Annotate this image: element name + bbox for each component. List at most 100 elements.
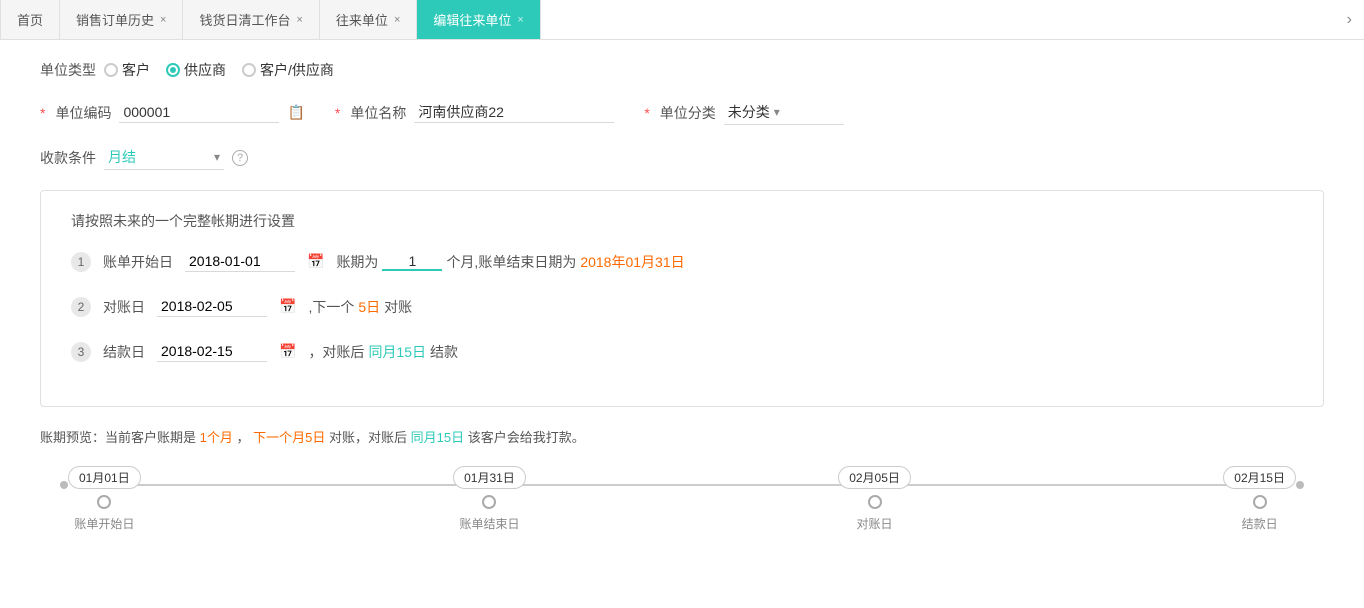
unit-code-label: 单位编码 (55, 103, 111, 123)
unit-category-select[interactable]: 未分类 ▾ (724, 100, 844, 125)
period-label-start: 账单开始日 (103, 252, 173, 272)
period-num-2: 2 (71, 297, 91, 317)
chevron-down-icon: ▾ (774, 105, 780, 119)
period-payment-date-input[interactable] (157, 341, 267, 362)
calendar-icon-2[interactable]: 📅 (279, 298, 296, 315)
period-row-1: 1 账单开始日 📅 账期为 个月,账单结束日期为 2018年01月31日 (71, 251, 1293, 272)
unit-type-label: 单位类型 (40, 60, 96, 80)
payment-value: 月结 (108, 147, 210, 167)
unit-code-input[interactable] (119, 102, 279, 123)
period-label-payment: 结款日 (103, 342, 145, 362)
month-input[interactable] (382, 253, 442, 271)
tab-daily-clear[interactable]: 钱货日清工作台 × (183, 0, 319, 39)
radio-group: 客户 供应商 客户/供应商 (104, 60, 334, 80)
period-end-date: 2018年01月31日 (580, 252, 684, 272)
radio-circle-supplier (166, 63, 180, 77)
preview-suffix: 该客户会给我打款。 (468, 430, 585, 445)
close-icon[interactable]: × (394, 14, 400, 26)
radio-circle-customer (104, 63, 118, 77)
preview-part3: 同月15日 (411, 430, 464, 445)
required-star-name: * (335, 105, 340, 121)
payment-select[interactable]: 月结 ▾ (104, 145, 224, 170)
close-icon[interactable]: × (517, 14, 523, 26)
tab-edit-partner-unit[interactable]: 编辑往来单位 × (417, 0, 540, 39)
timeline-end-dot (1296, 481, 1304, 489)
radio-both[interactable]: 客户/供应商 (242, 60, 334, 80)
period-desc-suffix-2: 对账 (384, 297, 412, 317)
preview-sep1: ， (237, 430, 250, 445)
timeline-circle-1 (482, 495, 496, 509)
preview-part2: 下一个月5日 (253, 430, 325, 445)
period-row-3: 3 结款日 📅 ，对账后 同月15日 结款 (71, 341, 1293, 362)
timeline-node-3: 02月15日 结款日 (1223, 466, 1296, 532)
timeline-label-0: 账单开始日 (74, 515, 134, 532)
timeline-date-3: 02月15日 (1223, 466, 1296, 489)
period-desc-prefix-1: 账期为 (336, 252, 378, 272)
tab-bar: 首页 销售订单历史 × 钱货日清工作台 × 往来单位 × 编辑往来单位 × › (0, 0, 1364, 40)
unit-code-group: * 单位编码 📋 (40, 102, 305, 123)
timeline-circle-3 (1253, 495, 1267, 509)
period-box: 请按照未来的一个完整帐期进行设置 1 账单开始日 📅 账期为 个月,账单结束日期… (40, 190, 1324, 407)
period-desc-prefix-3: ，对账后 (308, 342, 364, 362)
period-desc-2: ,下一个 5日 对账 (308, 297, 412, 317)
main-content: 单位类型 客户 供应商 客户/供应商 * 单位编码 (0, 40, 1364, 608)
timeline-node-2: 02月05日 对账日 (838, 466, 911, 532)
unit-name-group: * 单位名称 (335, 102, 614, 123)
copy-icon[interactable]: 📋 (287, 104, 304, 121)
timeline-label-1: 账单结束日 (459, 515, 519, 532)
preview-part1: 1个月 (200, 430, 233, 445)
timeline: 01月01日 账单开始日 01月31日 账单结束日 02月05日 对账日 02月… (40, 466, 1324, 532)
radio-circle-both (242, 63, 256, 77)
period-desc-1: 账期为 个月,账单结束日期为 2018年01月31日 (336, 252, 684, 272)
period-start-date-input[interactable] (185, 251, 295, 272)
unit-type-group: 单位类型 客户 供应商 客户/供应商 (40, 60, 334, 80)
unit-type-row: 单位类型 客户 供应商 客户/供应商 (40, 60, 1324, 80)
period-desc-suffix-3: 结款 (430, 342, 458, 362)
unit-name-input[interactable] (414, 102, 614, 123)
timeline-circle-2 (868, 495, 882, 509)
timeline-date-0: 01月01日 (68, 466, 141, 489)
period-num-3: 3 (71, 342, 91, 362)
required-star-cat: * (644, 105, 649, 121)
period-desc-suffix-1: 个月,账单结束日期为 (446, 252, 576, 272)
unit-name-label: 单位名称 (350, 103, 406, 123)
timeline-circle-0 (97, 495, 111, 509)
timeline-nodes: 01月01日 账单开始日 01月31日 账单结束日 02月05日 对账日 02月… (68, 466, 1296, 532)
preview-text: 账期预览：当前客户账期是 1个月 ， 下一个月5日 对账，对账后 同月15日 该… (40, 427, 1324, 446)
tab-home[interactable]: 首页 (0, 0, 60, 39)
close-icon[interactable]: × (296, 14, 302, 26)
calendar-icon-1[interactable]: 📅 (307, 253, 324, 270)
payment-group: 收款条件 月结 ▾ ? (40, 145, 248, 170)
timeline-date-1: 01月31日 (453, 466, 526, 489)
period-desc-prefix-2: ,下一个 (308, 297, 354, 317)
calendar-icon-3[interactable]: 📅 (279, 343, 296, 360)
preview-prefix: 账期预览：当前客户账期是 (40, 430, 196, 445)
period-desc-3: ，对账后 同月15日 结款 (308, 342, 458, 362)
period-label-reconcile: 对账日 (103, 297, 145, 317)
close-icon[interactable]: × (160, 14, 166, 26)
period-row-2: 2 对账日 📅 ,下一个 5日 对账 (71, 296, 1293, 317)
unit-category-group: * 单位分类 未分类 ▾ (644, 100, 843, 125)
radio-supplier[interactable]: 供应商 (166, 60, 226, 80)
period-highlight-payment: 同月15日 (368, 342, 426, 362)
period-num-1: 1 (71, 252, 91, 272)
unit-info-row: * 单位编码 📋 * 单位名称 * 单位分类 未分类 ▾ (40, 100, 1324, 125)
payment-label: 收款条件 (40, 148, 96, 168)
radio-customer[interactable]: 客户 (104, 60, 150, 80)
payment-row: 收款条件 月结 ▾ ? (40, 145, 1324, 170)
tab-partner-unit[interactable]: 往来单位 × (320, 0, 417, 39)
tab-sales-order-history[interactable]: 销售订单历史 × (60, 0, 183, 39)
tab-more-button[interactable]: › (1335, 11, 1364, 29)
period-reconcile-date-input[interactable] (157, 296, 267, 317)
period-highlight-reconcile: 5日 (358, 297, 380, 317)
unit-category-label: 单位分类 (660, 103, 716, 123)
timeline-date-2: 02月05日 (838, 466, 911, 489)
timeline-node-0: 01月01日 账单开始日 (68, 466, 141, 532)
timeline-start-dot (60, 481, 68, 489)
unit-category-value: 未分类 (728, 102, 770, 122)
timeline-label-2: 对账日 (857, 515, 893, 532)
period-box-title: 请按照未来的一个完整帐期进行设置 (71, 211, 1293, 231)
timeline-label-3: 结款日 (1242, 515, 1278, 532)
help-icon[interactable]: ? (232, 150, 248, 166)
required-star: * (40, 105, 45, 121)
